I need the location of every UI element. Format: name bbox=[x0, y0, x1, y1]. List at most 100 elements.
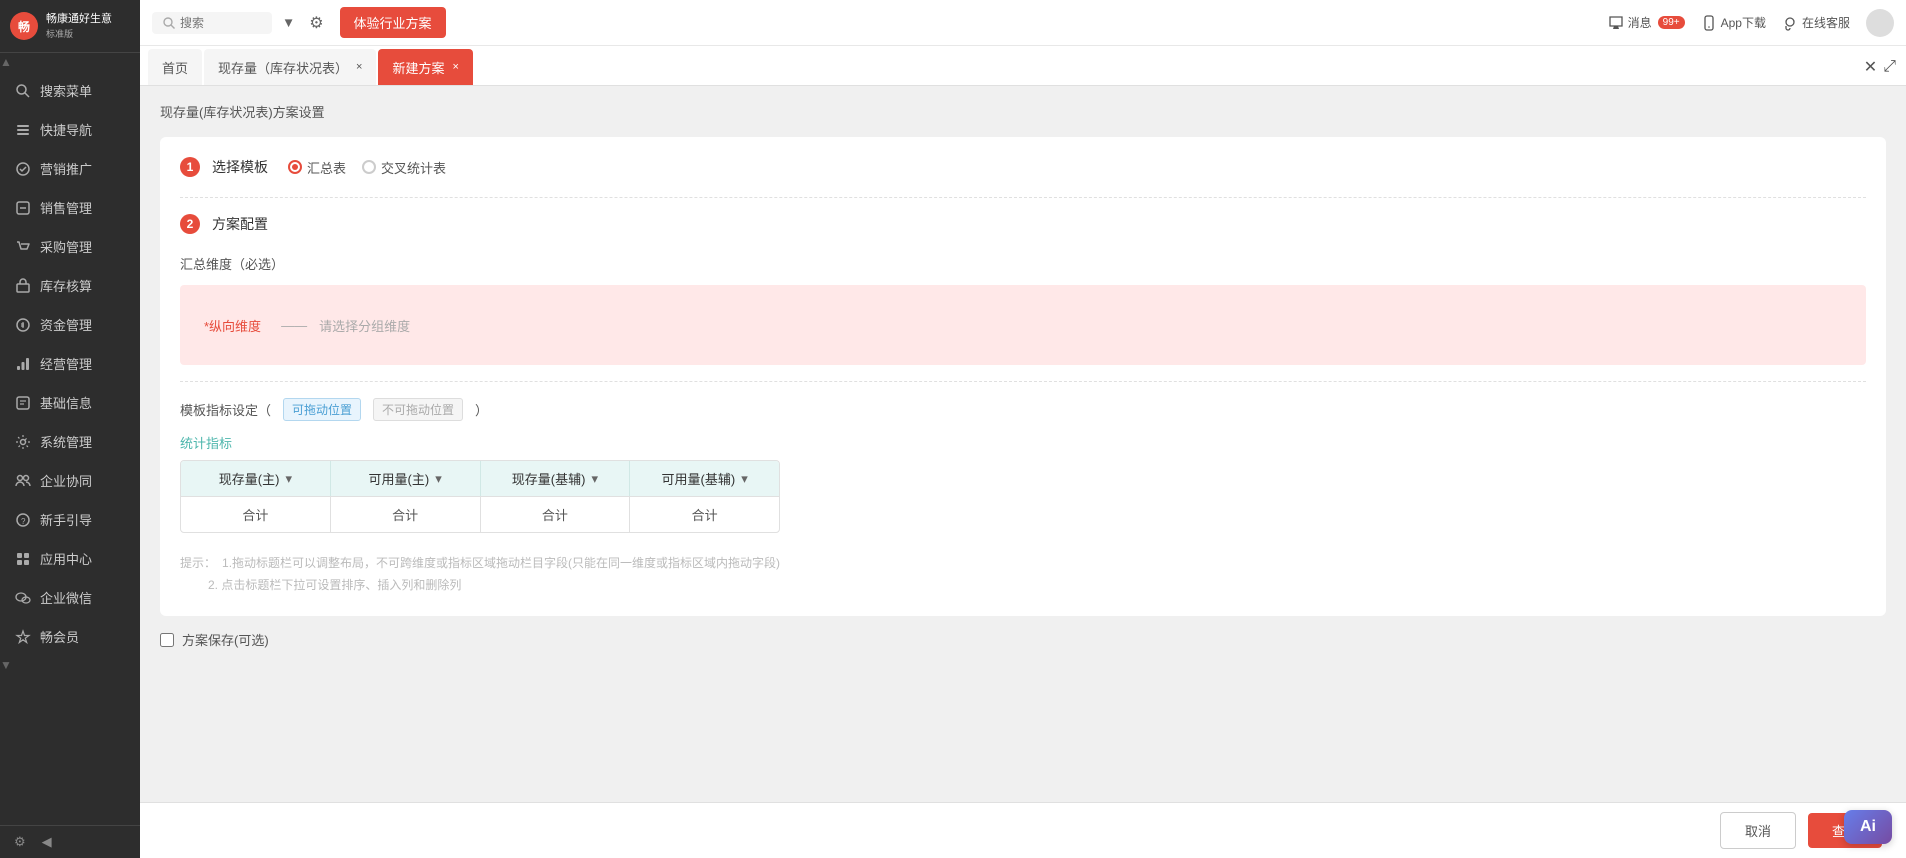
user-avatar[interactable] bbox=[1866, 9, 1894, 37]
col-dropdown-2[interactable]: ▾ bbox=[591, 471, 598, 487]
sidebar-item-info[interactable]: 基础信息 bbox=[0, 383, 140, 422]
sidebar-item-wechat[interactable]: 企业微信 bbox=[0, 578, 140, 617]
immovable-chip: 不可拖动位置 bbox=[373, 398, 463, 421]
dimension-area[interactable]: *纵向维度 —— 请选择分组维度 bbox=[180, 285, 1866, 365]
messages-btn[interactable]: 消息 99+ bbox=[1608, 14, 1685, 31]
maximize-window-btn[interactable]: ⤢ bbox=[1883, 58, 1896, 76]
sidebar-scroll-down[interactable]: ▼ bbox=[0, 656, 140, 674]
col-dropdown-3[interactable]: ▾ bbox=[741, 471, 748, 487]
radio-cross[interactable]: 交叉统计表 bbox=[362, 158, 446, 177]
industry-btn[interactable]: 体验行业方案 bbox=[340, 7, 446, 38]
col-header-0[interactable]: 现存量(主) ▾ bbox=[181, 461, 331, 496]
member-icon bbox=[14, 628, 32, 646]
tab-inventory[interactable]: 现存量（库存状况表） × bbox=[204, 49, 376, 85]
col-dropdown-1[interactable]: ▾ bbox=[435, 471, 442, 487]
tips-area: 提示： 1.拖动标题栏可以调整布局，不可跨维度或指标区域拖动栏目字段(只能在同一… bbox=[180, 553, 1866, 596]
stats-table-header: 现存量(主) ▾ 可用量(主) ▾ 现存量(基辅) ▾ 可用量(基辅) ▾ bbox=[181, 461, 779, 496]
topbar: ▼ ⚙ 体验行业方案 消息 99+ App下载 在线客服 bbox=[140, 0, 1906, 46]
settings-card: 1 选择模板 汇总表 交叉统计表 2 方案配置 bbox=[160, 137, 1886, 616]
col-label-0: 现存量(主) bbox=[219, 469, 280, 488]
summary-dimension-title: 汇总维度（必选） bbox=[180, 254, 1866, 273]
radio-dot-cross bbox=[362, 160, 376, 174]
save-checkbox[interactable] bbox=[160, 633, 174, 647]
info-icon bbox=[14, 394, 32, 412]
topbar-search-icon bbox=[162, 16, 176, 30]
topbar-right: 消息 99+ App下载 在线客服 bbox=[1608, 9, 1894, 37]
tab-inventory-label: 现存量（库存状况表） bbox=[218, 58, 348, 77]
page-title: 现存量(库存状况表)方案设置 bbox=[160, 102, 1886, 121]
sidebar-item-member[interactable]: 畅会员 bbox=[0, 617, 140, 656]
online-service-btn[interactable]: 在线客服 bbox=[1782, 14, 1850, 31]
cell-0: 合计 bbox=[181, 497, 331, 532]
sidebar-item-label: 资金管理 bbox=[40, 315, 92, 334]
radio-summary-label: 汇总表 bbox=[307, 158, 346, 177]
topbar-dropdown-btn[interactable]: ▼ bbox=[280, 13, 297, 32]
tab-new-scheme[interactable]: 新建方案 × bbox=[378, 49, 472, 85]
step2-row: 2 方案配置 bbox=[180, 214, 1866, 234]
sidebar-item-purchase[interactable]: 采购管理 bbox=[0, 227, 140, 266]
tab-home[interactable]: 首页 bbox=[148, 49, 202, 85]
sidebar-item-label: 快捷导航 bbox=[40, 120, 92, 139]
col-dropdown-0[interactable]: ▾ bbox=[285, 471, 292, 487]
tab-new-scheme-label: 新建方案 bbox=[392, 58, 444, 77]
col-header-1[interactable]: 可用量(主) ▾ bbox=[331, 461, 481, 496]
sidebar-item-apps[interactable]: 应用中心 bbox=[0, 539, 140, 578]
save-label: 方案保存(可选) bbox=[182, 630, 269, 649]
template-radio-group: 汇总表 交叉统计表 bbox=[288, 158, 446, 177]
tip-line-1: 提示： 1.拖动标题栏可以调整布局，不可跨维度或指标区域拖动栏目字段(只能在同一… bbox=[180, 553, 1866, 575]
col-label-1: 可用量(主) bbox=[369, 469, 430, 488]
sidebar-item-inventory[interactable]: 库存核算 bbox=[0, 266, 140, 305]
col-header-2[interactable]: 现存量(基辅) ▾ bbox=[481, 461, 631, 496]
tab-inventory-close[interactable]: × bbox=[356, 61, 362, 73]
search-box[interactable] bbox=[152, 12, 272, 34]
step2-badge: 2 bbox=[180, 214, 200, 234]
step1-row: 1 选择模板 汇总表 交叉统计表 bbox=[180, 157, 1866, 177]
sidebar-bottom: ⚙ ◀ bbox=[0, 825, 140, 858]
sidebar-item-label: 畅会员 bbox=[40, 627, 79, 646]
logo-icon: 畅 bbox=[10, 12, 38, 40]
sidebar-scroll-up[interactable]: ▲ bbox=[0, 53, 140, 71]
search-input[interactable] bbox=[180, 16, 260, 30]
nav-icon bbox=[14, 121, 32, 139]
step2-label: 方案配置 bbox=[212, 214, 268, 234]
topbar-settings-icon[interactable]: ⚙ bbox=[305, 9, 327, 37]
sidebar-item-search[interactable]: 搜索菜单 bbox=[0, 71, 140, 110]
sidebar-item-label: 企业微信 bbox=[40, 588, 92, 607]
radio-summary[interactable]: 汇总表 bbox=[288, 158, 346, 177]
tab-new-scheme-close[interactable]: × bbox=[452, 61, 458, 73]
sidebar-item-management[interactable]: 经营管理 bbox=[0, 344, 140, 383]
col-label-2: 现存量(基辅) bbox=[512, 469, 586, 488]
divider1 bbox=[180, 197, 1866, 198]
sidebar-item-label: 搜索菜单 bbox=[40, 81, 92, 100]
close-window-btn[interactable]: ✕ bbox=[1864, 57, 1877, 77]
main-content: ▼ ⚙ 体验行业方案 消息 99+ App下载 在线客服 首页 bbox=[140, 0, 1906, 858]
sidebar-item-marketing[interactable]: 营销推广 bbox=[0, 149, 140, 188]
management-icon bbox=[14, 355, 32, 373]
ai-fab-button[interactable]: Ai bbox=[1844, 810, 1892, 844]
cell-3: 合计 bbox=[630, 497, 779, 532]
messages-badge: 99+ bbox=[1658, 16, 1685, 29]
sidebar-item-cooperation[interactable]: 企业协同 bbox=[0, 461, 140, 500]
sidebar-item-finance[interactable]: 资金管理 bbox=[0, 305, 140, 344]
settings-gear-icon[interactable]: ⚙ bbox=[14, 834, 26, 850]
indicators-row: 模板指标设定（ 可拖动位置 不可拖动位置 ） bbox=[180, 398, 1866, 421]
app-name: 畅康通好生意 bbox=[46, 12, 112, 26]
sidebar-item-sales[interactable]: 销售管理 bbox=[0, 188, 140, 227]
sidebar-item-quicknav[interactable]: 快捷导航 bbox=[0, 110, 140, 149]
col-label-3: 可用量(基辅) bbox=[662, 469, 736, 488]
action-bar: 取消 查询 bbox=[140, 802, 1906, 858]
sidebar-item-newbie[interactable]: ? 新手引导 bbox=[0, 500, 140, 539]
sidebar-item-system[interactable]: 系统管理 bbox=[0, 422, 140, 461]
radio-dot-summary bbox=[288, 160, 302, 174]
col-header-3[interactable]: 可用量(基辅) ▾ bbox=[630, 461, 779, 496]
cancel-button[interactable]: 取消 bbox=[1720, 812, 1796, 849]
sidebar: 畅 畅康通好生意 标准版 ▲ 搜索菜单 快捷导航 营销推广 销售管理 bbox=[0, 0, 140, 858]
cooperation-icon bbox=[14, 472, 32, 490]
step1-label: 选择模板 bbox=[212, 157, 268, 177]
cell-1: 合计 bbox=[331, 497, 481, 532]
app-download-btn[interactable]: App下载 bbox=[1701, 14, 1766, 31]
volume-icon[interactable]: ◀ bbox=[42, 834, 52, 850]
tip-2: 2. 点击标题栏下拉可设置排序、插入列和删除列 bbox=[208, 575, 461, 597]
content-area: 现存量(库存状况表)方案设置 1 选择模板 汇总表 交叉统计表 bbox=[140, 86, 1906, 802]
cell-2: 合计 bbox=[481, 497, 631, 532]
